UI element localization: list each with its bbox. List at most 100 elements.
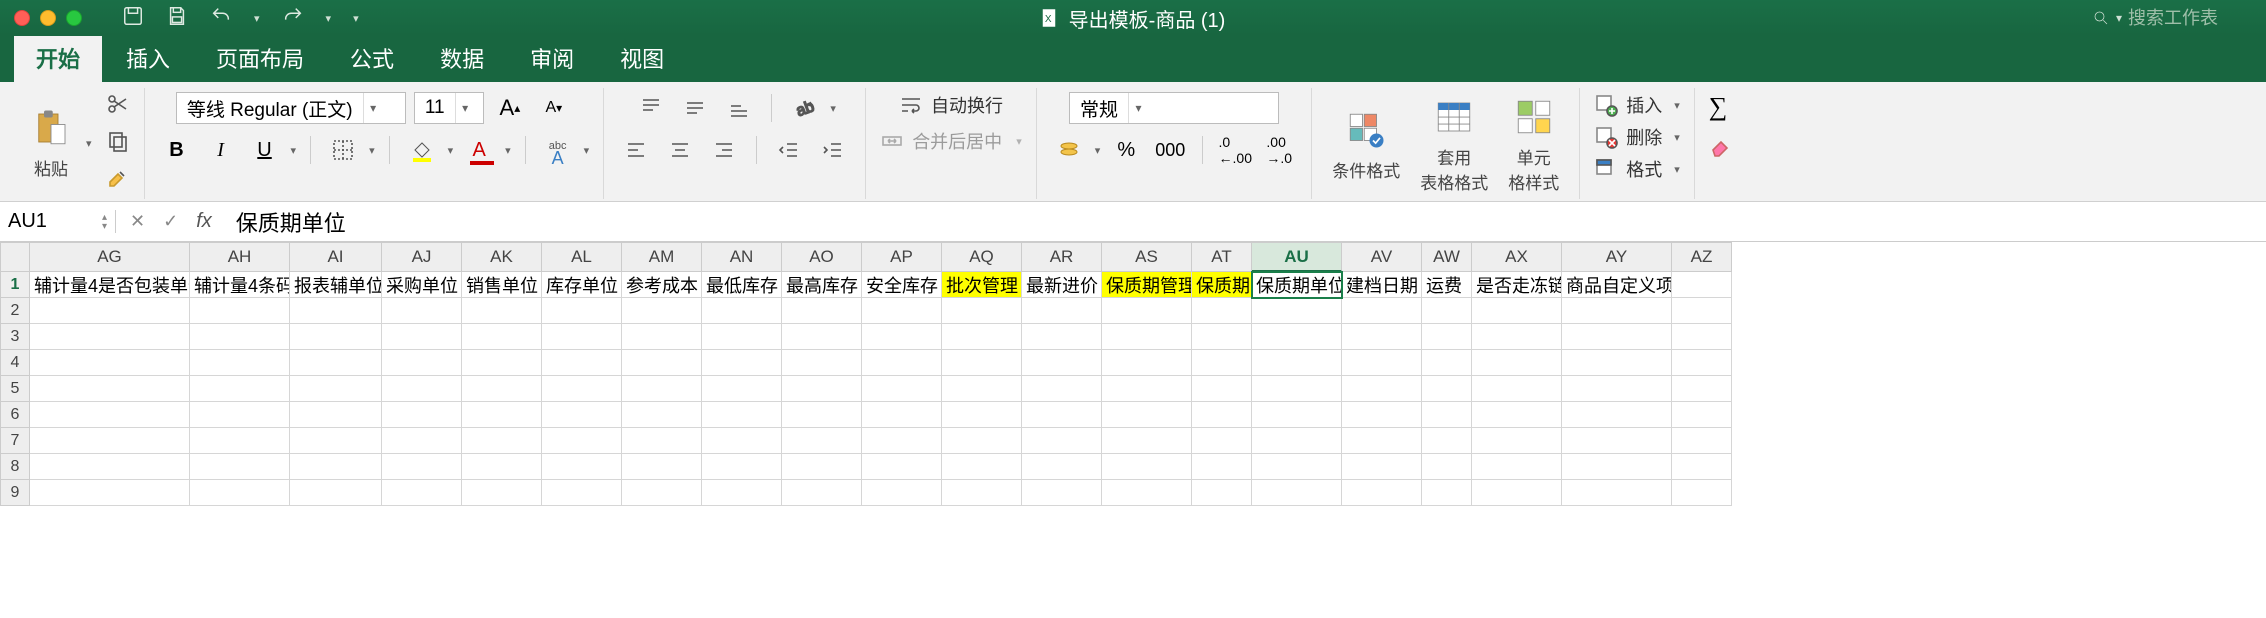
- cell-AL5[interactable]: [542, 376, 622, 402]
- cell-AO1[interactable]: 最高库存: [782, 272, 862, 298]
- cell-AR1[interactable]: 最新进价: [1022, 272, 1102, 298]
- column-header-AQ[interactable]: AQ: [942, 242, 1022, 272]
- undo-dropdown[interactable]: ▾: [254, 12, 260, 25]
- cell-AH6[interactable]: [190, 402, 290, 428]
- bold-button[interactable]: B: [159, 134, 195, 166]
- cell-AK6[interactable]: [462, 402, 542, 428]
- redo-icon[interactable]: [282, 5, 304, 32]
- cell-AW8[interactable]: [1422, 454, 1472, 480]
- row-header-8[interactable]: 8: [0, 454, 30, 480]
- tab-审阅[interactable]: 审阅: [508, 32, 596, 82]
- borders-button[interactable]: [325, 134, 361, 166]
- decrease-decimal-button[interactable]: .00→.0: [1261, 134, 1297, 166]
- cell-AZ7[interactable]: [1672, 428, 1732, 454]
- cell-AH9[interactable]: [190, 480, 290, 506]
- cell-AK2[interactable]: [462, 298, 542, 324]
- cell-AM7[interactable]: [622, 428, 702, 454]
- orientation-button[interactable]: ab: [786, 92, 822, 124]
- cell-AX9[interactable]: [1472, 480, 1562, 506]
- conditional-format-button[interactable]: 条件格式: [1326, 105, 1406, 186]
- cell-AN2[interactable]: [702, 298, 782, 324]
- cell-AG4[interactable]: [30, 350, 190, 376]
- cell-AY6[interactable]: [1562, 402, 1672, 428]
- cell-AT8[interactable]: [1192, 454, 1252, 480]
- cell-AP5[interactable]: [862, 376, 942, 402]
- fill-color-button[interactable]: [404, 134, 440, 166]
- enter-formula-button[interactable]: ✓: [163, 211, 178, 232]
- cell-AH1[interactable]: 辅计量4条码: [190, 272, 290, 298]
- tab-页面布局[interactable]: 页面布局: [194, 32, 326, 82]
- cell-AV5[interactable]: [1342, 376, 1422, 402]
- format-dropdown[interactable]: ▾: [1674, 163, 1680, 176]
- cell-AZ4[interactable]: [1672, 350, 1732, 376]
- cell-AK9[interactable]: [462, 480, 542, 506]
- column-header-AZ[interactable]: AZ: [1672, 242, 1732, 272]
- paste-dropdown[interactable]: ▾: [86, 137, 92, 150]
- number-format-combo[interactable]: 常规 ▾: [1069, 92, 1279, 124]
- cell-AN4[interactable]: [702, 350, 782, 376]
- cell-AG6[interactable]: [30, 402, 190, 428]
- name-box[interactable]: AU1 ▴▾: [0, 210, 116, 233]
- cell-AM1[interactable]: 参考成本: [622, 272, 702, 298]
- borders-dropdown[interactable]: ▾: [369, 144, 375, 157]
- cell-AO9[interactable]: [782, 480, 862, 506]
- cell-AX3[interactable]: [1472, 324, 1562, 350]
- cell-AZ2[interactable]: [1672, 298, 1732, 324]
- font-name-combo[interactable]: 等线 Regular (正文) ▾: [176, 92, 406, 124]
- chevron-down-icon[interactable]: ▾: [455, 93, 475, 123]
- cell-AS7[interactable]: [1102, 428, 1192, 454]
- column-header-AM[interactable]: AM: [622, 242, 702, 272]
- cell-AH2[interactable]: [190, 298, 290, 324]
- cell-AG3[interactable]: [30, 324, 190, 350]
- cell-AU3[interactable]: [1252, 324, 1342, 350]
- font-color-dropdown[interactable]: ▾: [505, 144, 511, 157]
- row-header-5[interactable]: 5: [0, 376, 30, 402]
- cell-AQ5[interactable]: [942, 376, 1022, 402]
- cell-AN3[interactable]: [702, 324, 782, 350]
- merge-center-button[interactable]: 合并后居中 ▾: [880, 128, 1022, 154]
- cell-AM5[interactable]: [622, 376, 702, 402]
- cell-AY2[interactable]: [1562, 298, 1672, 324]
- cell-AK5[interactable]: [462, 376, 542, 402]
- row-header-1[interactable]: 1: [0, 272, 30, 298]
- cell-AV3[interactable]: [1342, 324, 1422, 350]
- column-header-AK[interactable]: AK: [462, 242, 542, 272]
- cell-AS5[interactable]: [1102, 376, 1192, 402]
- cell-AO3[interactable]: [782, 324, 862, 350]
- cell-AN8[interactable]: [702, 454, 782, 480]
- align-bottom-button[interactable]: [721, 92, 757, 124]
- cell-AU7[interactable]: [1252, 428, 1342, 454]
- italic-button[interactable]: I: [203, 134, 239, 166]
- shrink-font-button[interactable]: A▾: [536, 92, 572, 124]
- cell-AJ7[interactable]: [382, 428, 462, 454]
- cell-AR5[interactable]: [1022, 376, 1102, 402]
- cell-AV8[interactable]: [1342, 454, 1422, 480]
- cell-AN6[interactable]: [702, 402, 782, 428]
- cell-AM4[interactable]: [622, 350, 702, 376]
- cell-AY3[interactable]: [1562, 324, 1672, 350]
- cell-AT4[interactable]: [1192, 350, 1252, 376]
- paste-button[interactable]: 粘贴: [24, 103, 78, 184]
- cell-AX4[interactable]: [1472, 350, 1562, 376]
- column-header-AX[interactable]: AX: [1472, 242, 1562, 272]
- cell-AQ9[interactable]: [942, 480, 1022, 506]
- tab-开始[interactable]: 开始: [14, 32, 102, 82]
- cell-AP9[interactable]: [862, 480, 942, 506]
- decrease-indent-button[interactable]: [771, 134, 807, 166]
- cell-AK8[interactable]: [462, 454, 542, 480]
- cell-AJ2[interactable]: [382, 298, 462, 324]
- cell-AN5[interactable]: [702, 376, 782, 402]
- column-header-AV[interactable]: AV: [1342, 242, 1422, 272]
- cell-AO6[interactable]: [782, 402, 862, 428]
- cell-AY8[interactable]: [1562, 454, 1672, 480]
- cell-AG9[interactable]: [30, 480, 190, 506]
- cell-AS8[interactable]: [1102, 454, 1192, 480]
- cell-AI6[interactable]: [290, 402, 382, 428]
- cell-AI5[interactable]: [290, 376, 382, 402]
- cell-AU2[interactable]: [1252, 298, 1342, 324]
- cell-AQ3[interactable]: [942, 324, 1022, 350]
- cell-AZ8[interactable]: [1672, 454, 1732, 480]
- cell-AN7[interactable]: [702, 428, 782, 454]
- cell-AG1[interactable]: 辅计量4是否包装单位: [30, 272, 190, 298]
- tab-视图[interactable]: 视图: [598, 32, 686, 82]
